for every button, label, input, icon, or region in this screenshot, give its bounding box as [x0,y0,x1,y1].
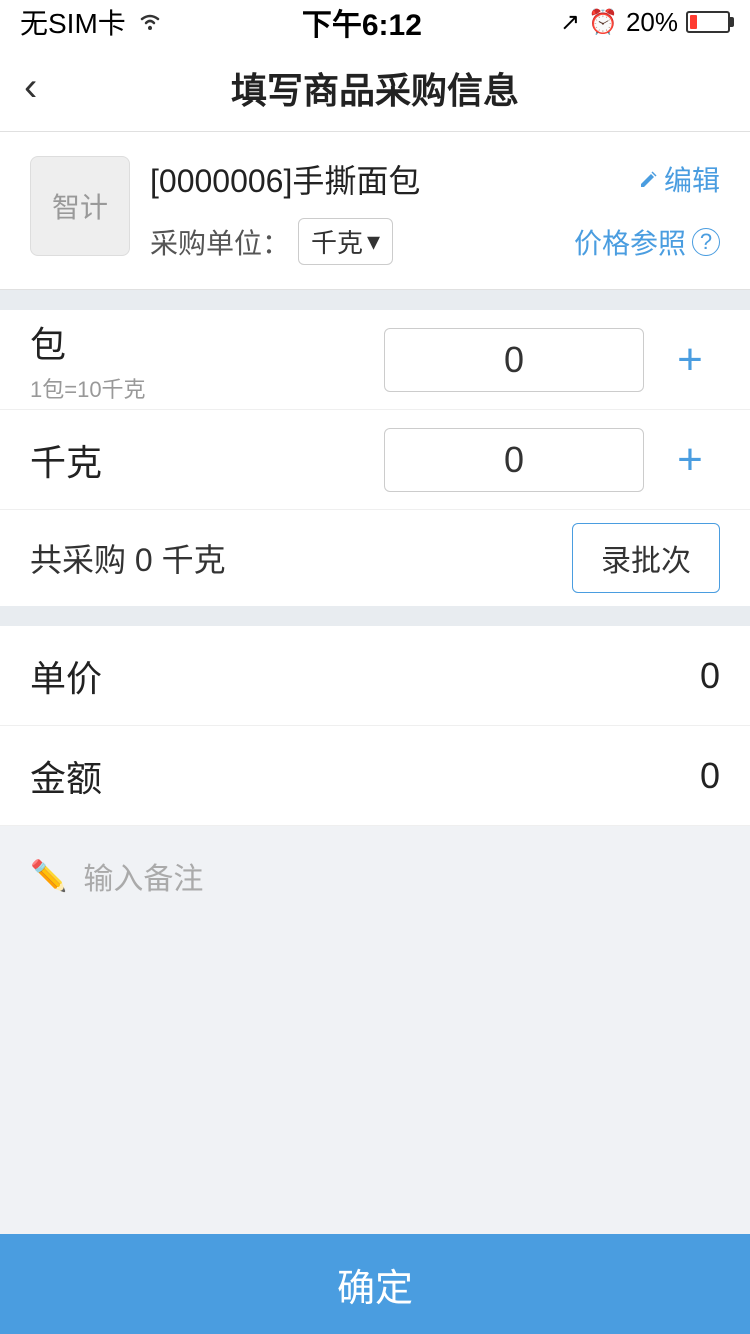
unit-dropdown[interactable]: 千克 ▾ [298,218,393,265]
remark-placeholder: 输入备注 [83,854,203,898]
bag-quantity-input[interactable]: 0 [384,328,644,392]
price-ref-help-icon: ? [692,228,720,256]
total-label: 共采购 0 千克 [30,535,226,581]
price-reference-button[interactable]: 价格参照 ? [574,222,720,262]
wifi-icon [136,6,164,38]
batch-button[interactable]: 录批次 [572,523,720,593]
kg-plus-button[interactable]: + [660,430,720,490]
nav-bar: ‹ 填写商品采购信息 [0,44,750,132]
unit-price-row: 单价 0 [0,626,750,726]
alarm-icon: ⏰ [588,8,618,37]
unit-price-label: 单价 [30,650,102,702]
product-info: [0000006]手撕面包 编辑 采购单位： 千克 ▾ [150,156,720,265]
bag-input-control: 0 + [150,328,720,392]
remark-section[interactable]: ✏️ 输入备注 [0,826,750,926]
amount-value: 0 [700,755,720,797]
price-info-section: 单价 0 金额 0 [0,626,750,826]
carrier-label: 无SIM卡 [20,2,126,42]
product-name: [0000006]手撕面包 [150,156,420,202]
bag-label: 包 1包=10千克 [30,316,150,404]
page-title: 填写商品采购信息 [231,62,519,114]
amount-row: 金额 0 [0,726,750,826]
kg-quantity-input[interactable]: 0 [384,428,644,492]
confirm-button[interactable]: 确定 [0,1234,750,1334]
back-button[interactable]: ‹ [24,65,37,110]
product-card: 智计 [0000006]手撕面包 编辑 采购单位： 千克 ▾ [0,132,750,290]
status-left: 无SIM卡 [20,2,164,42]
empty-area [0,926,750,1226]
total-row: 共采购 0 千克 录批次 [0,510,750,606]
unit-price-value: 0 [700,655,720,697]
product-thumbnail: 智计 [30,156,130,256]
status-right: ↗ ⏰ 20% [560,7,730,38]
bag-plus-button[interactable]: + [660,330,720,390]
battery-icon [686,11,730,33]
section-divider-2 [0,606,750,626]
time-label: 下午6:12 [302,0,422,44]
pencil-icon: ✏️ [30,859,67,894]
product-header: [0000006]手撕面包 编辑 [150,156,720,202]
section-divider-1 [0,290,750,310]
location-icon: ↗ [560,8,580,37]
kg-quantity-row: 千克 0 + [0,410,750,510]
quantity-section: 包 1包=10千克 0 + 千克 0 + [0,310,750,510]
product-unit-row: 采购单位： 千克 ▾ 价格参照 ? [150,218,720,265]
kg-input-control: 0 + [150,428,720,492]
unit-label: 采购单位： 千克 ▾ [150,218,393,265]
bag-quantity-row: 包 1包=10千克 0 + [0,310,750,410]
status-bar: 无SIM卡 下午6:12 ↗ ⏰ 20% [0,0,750,44]
edit-button[interactable]: 编辑 [638,159,720,199]
dropdown-arrow: ▾ [367,226,380,257]
kg-label: 千克 [30,434,150,486]
battery-percent: 20% [626,7,678,38]
amount-label: 金额 [30,750,102,802]
